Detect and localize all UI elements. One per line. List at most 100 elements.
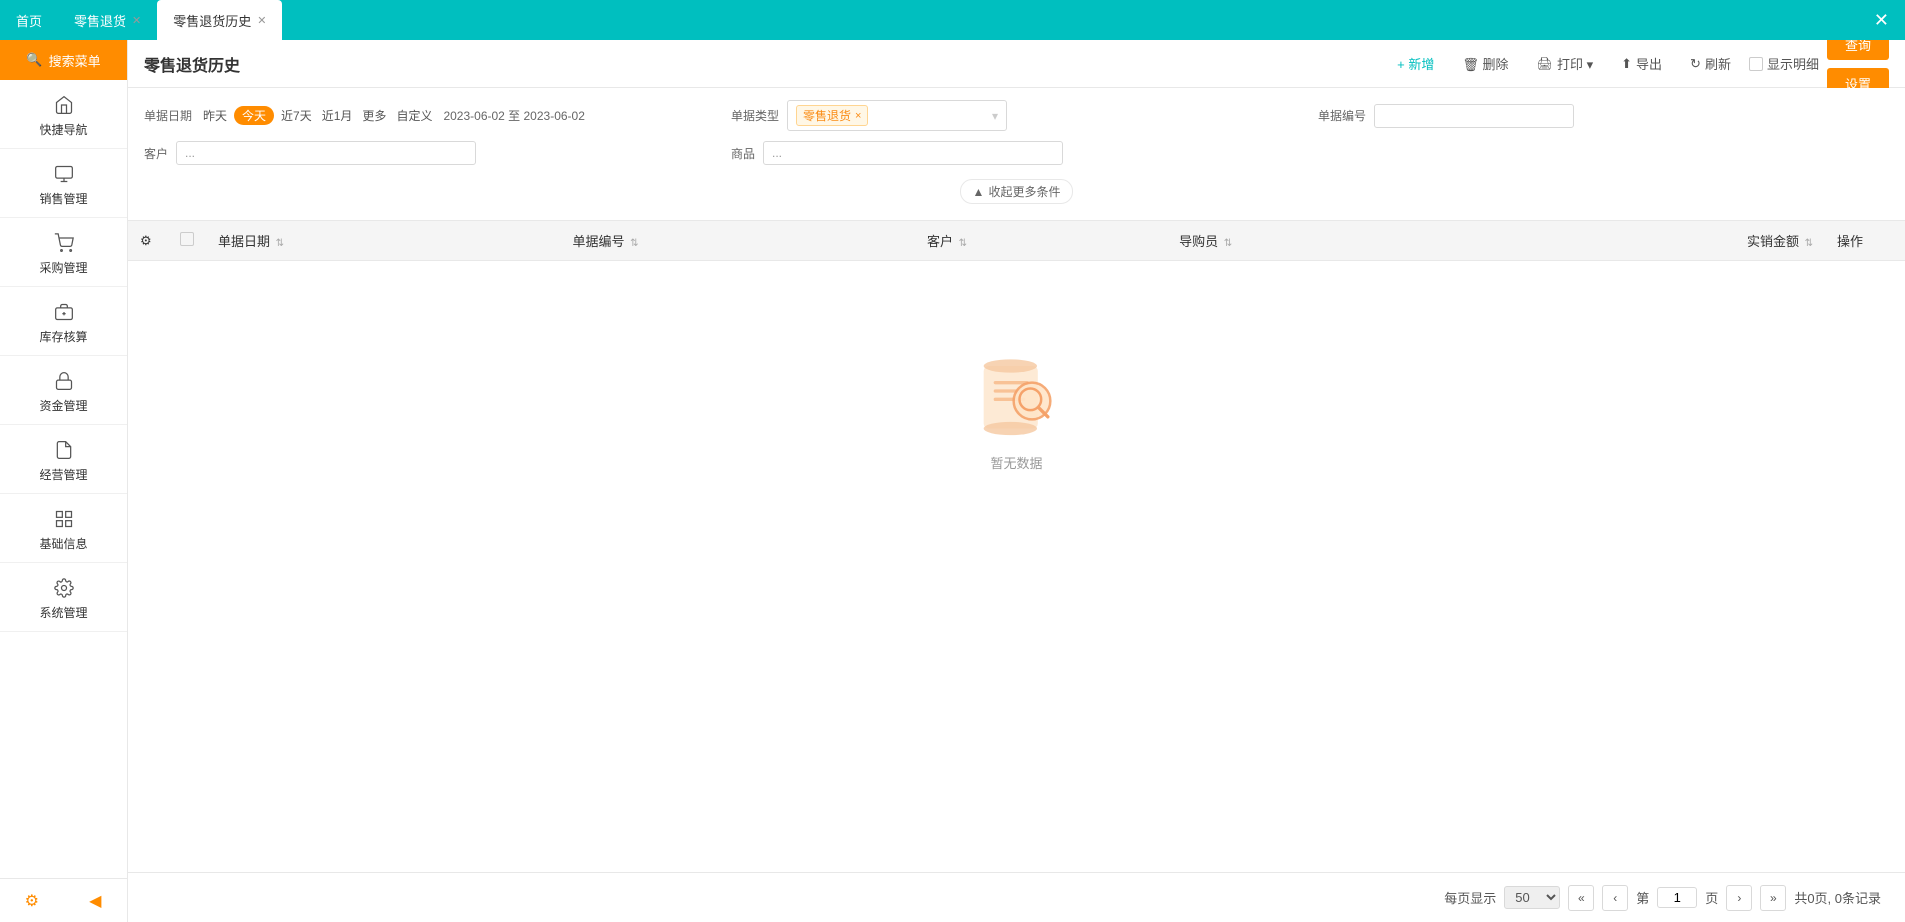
top-bar: 首页 零售退货 ✕ 零售退货历史 ✕ ✕	[0, 0, 1905, 40]
sidebar-item-label: 资金管理	[39, 397, 87, 414]
page-size-select[interactable]: 50 20 100	[1504, 886, 1560, 909]
sidebar-item-label: 销售管理	[39, 190, 87, 207]
delete-button[interactable]: 🗑 删除	[1452, 49, 1518, 78]
sidebar-item-inventory[interactable]: 库存核算	[0, 287, 127, 356]
new-button[interactable]: + 新增	[1387, 49, 1444, 78]
sidebar-item-label: 库存核算	[39, 328, 87, 345]
close-retail-return-icon[interactable]: ✕	[132, 14, 141, 27]
content-area: 零售退货历史 + 新增 🗑 删除 🖨 🖨 打印 打印 ▾ ⬆ 导出 ↻ 刷新	[128, 40, 1905, 922]
th-checkbox[interactable]	[168, 221, 206, 261]
topbar-right: ✕	[1874, 10, 1905, 31]
th-ops-label: 操作	[1837, 234, 1863, 249]
tab-retail-return[interactable]: 零售退货 ✕	[58, 0, 157, 40]
sort-icon-customer: ⇅	[959, 238, 967, 249]
display-checkbox[interactable]	[1749, 57, 1763, 71]
th-customer[interactable]: 客户 ⇅	[915, 221, 1167, 261]
tab-home[interactable]: 首页	[0, 0, 58, 40]
tab-retail-return-history-label: 零售退货历史	[173, 11, 251, 30]
refresh-button[interactable]: ↻ 刷新	[1680, 49, 1741, 78]
th-guide-label: 导购员	[1179, 234, 1218, 249]
doc-number-input[interactable]	[1374, 104, 1574, 128]
doc-type-filter-group: 单据类型 零售退货 × ▾	[731, 100, 1302, 131]
sidebar-item-label: 系统管理	[39, 604, 87, 621]
filter-row-1: 单据日期 昨天 今天 近7天 近1月 更多 自定义 2023-06-02 至 2…	[144, 100, 1889, 131]
system-icon	[53, 577, 75, 599]
empty-illustration	[967, 341, 1067, 441]
th-guide[interactable]: 导购员 ⇅	[1167, 221, 1470, 261]
date-btn-7days[interactable]: 近7天	[278, 106, 315, 125]
operations-icon	[53, 439, 75, 461]
page-size-label: 每页显示	[1444, 888, 1496, 907]
goods-dots: ...	[772, 146, 782, 160]
go-label2: 页	[1705, 888, 1718, 907]
doc-type-tag-close[interactable]: ×	[855, 110, 861, 122]
window-close-btn[interactable]: ✕	[1874, 10, 1889, 31]
pagination-bar: 每页显示 50 20 100 « ‹ 第 页 › » 共0页, 0条记录	[128, 872, 1905, 922]
page-input[interactable]	[1657, 887, 1697, 908]
th-doc-date[interactable]: 单据日期 ⇅	[206, 221, 561, 261]
close-retail-return-history-icon[interactable]: ✕	[257, 14, 266, 27]
sales-icon	[53, 163, 75, 185]
date-btn-1month[interactable]: 近1月	[319, 106, 356, 125]
goods-filter-group: 商品 ...	[731, 141, 1302, 165]
sidebar-item-finance[interactable]: 资金管理	[0, 356, 127, 425]
export-button[interactable]: ⬆ 导出	[1611, 49, 1672, 78]
sidebar-item-label: 经营管理	[39, 466, 87, 483]
export-icon: ⬆	[1621, 56, 1632, 72]
basic-info-icon	[53, 508, 75, 530]
sidebar-collapse-btn[interactable]: ◀	[64, 879, 128, 922]
empty-state: 暂无数据	[128, 261, 1905, 552]
sidebar-item-operations[interactable]: 经营管理	[0, 425, 127, 494]
collapse-bar: ▲ 收起更多条件	[144, 175, 1889, 208]
next-page-btn[interactable]: ›	[1726, 885, 1752, 911]
sidebar-item-purchase[interactable]: 采购管理	[0, 218, 127, 287]
empty-cell: 暂无数据	[128, 261, 1905, 553]
print-button[interactable]: 🖨 🖨 打印 打印 ▾	[1526, 49, 1603, 78]
inventory-icon	[53, 301, 75, 323]
th-amount[interactable]: 实销金额 ⇅	[1470, 221, 1825, 261]
sidebar-item-basic-info[interactable]: 基础信息	[0, 494, 127, 563]
tab-retail-return-label: 零售退货	[74, 11, 126, 30]
date-btn-yesterday[interactable]: 昨天	[200, 106, 230, 125]
display-toggle[interactable]: 显示明细	[1749, 54, 1819, 73]
sidebar-item-quick-nav[interactable]: 快捷导航	[0, 80, 127, 149]
doc-type-select[interactable]: 零售退货 × ▾	[787, 100, 1007, 131]
first-page-btn[interactable]: «	[1568, 885, 1594, 911]
query-button[interactable]: 查询	[1827, 40, 1889, 60]
refresh-icon: ↻	[1690, 56, 1701, 72]
th-doc-number[interactable]: 单据编号 ⇅	[561, 221, 916, 261]
collapse-icon: ▲	[973, 185, 985, 199]
go-label: 第	[1636, 888, 1649, 907]
th-doc-date-label: 单据日期	[218, 234, 270, 249]
collapse-button[interactable]: ▲ 收起更多条件	[960, 179, 1074, 204]
sidebar-item-system[interactable]: 系统管理	[0, 563, 127, 632]
header-checkbox[interactable]	[180, 232, 194, 246]
date-btn-more[interactable]: 更多	[359, 106, 389, 125]
filter-area: 单据日期 昨天 今天 近7天 近1月 更多 自定义 2023-06-02 至 2…	[128, 88, 1905, 221]
th-settings[interactable]: ⚙	[128, 221, 168, 261]
sort-icon-doc-number: ⇅	[630, 238, 638, 249]
goods-label: 商品	[731, 145, 755, 162]
date-filter-group: 单据日期 昨天 今天 近7天 近1月 更多 自定义 2023-06-02 至 2…	[144, 106, 715, 125]
page-summary: 共0页, 0条记录	[1794, 888, 1881, 907]
finance-icon	[53, 370, 75, 392]
sidebar-search[interactable]: 🔍 搜索菜单	[0, 40, 127, 80]
customer-select[interactable]: ...	[176, 141, 476, 165]
doc-type-select-arrow: ▾	[992, 109, 998, 123]
goods-select[interactable]: ...	[763, 141, 1063, 165]
sidebar-settings-btn[interactable]: ⚙	[0, 879, 64, 922]
prev-page-btn[interactable]: ‹	[1602, 885, 1628, 911]
purchase-icon	[53, 232, 75, 254]
page-header: 零售退货历史 + 新增 🗑 删除 🖨 🖨 打印 打印 ▾ ⬆ 导出 ↻ 刷新	[128, 40, 1905, 88]
doc-type-tag-container: 零售退货 ×	[796, 105, 868, 126]
tab-retail-return-history[interactable]: 零售退货历史 ✕	[157, 0, 282, 40]
doc-number-filter-group: 单据编号	[1318, 104, 1889, 128]
collapse-label: 收起更多条件	[988, 183, 1060, 200]
sidebar-item-label: 基础信息	[39, 535, 87, 552]
date-btn-today[interactable]: 今天	[234, 106, 274, 125]
date-btn-custom[interactable]: 自定义	[393, 106, 435, 125]
th-doc-number-label: 单据编号	[573, 234, 625, 249]
last-page-btn[interactable]: »	[1760, 885, 1786, 911]
empty-text: 暂无数据	[990, 453, 1042, 472]
sidebar-item-sales[interactable]: 销售管理	[0, 149, 127, 218]
